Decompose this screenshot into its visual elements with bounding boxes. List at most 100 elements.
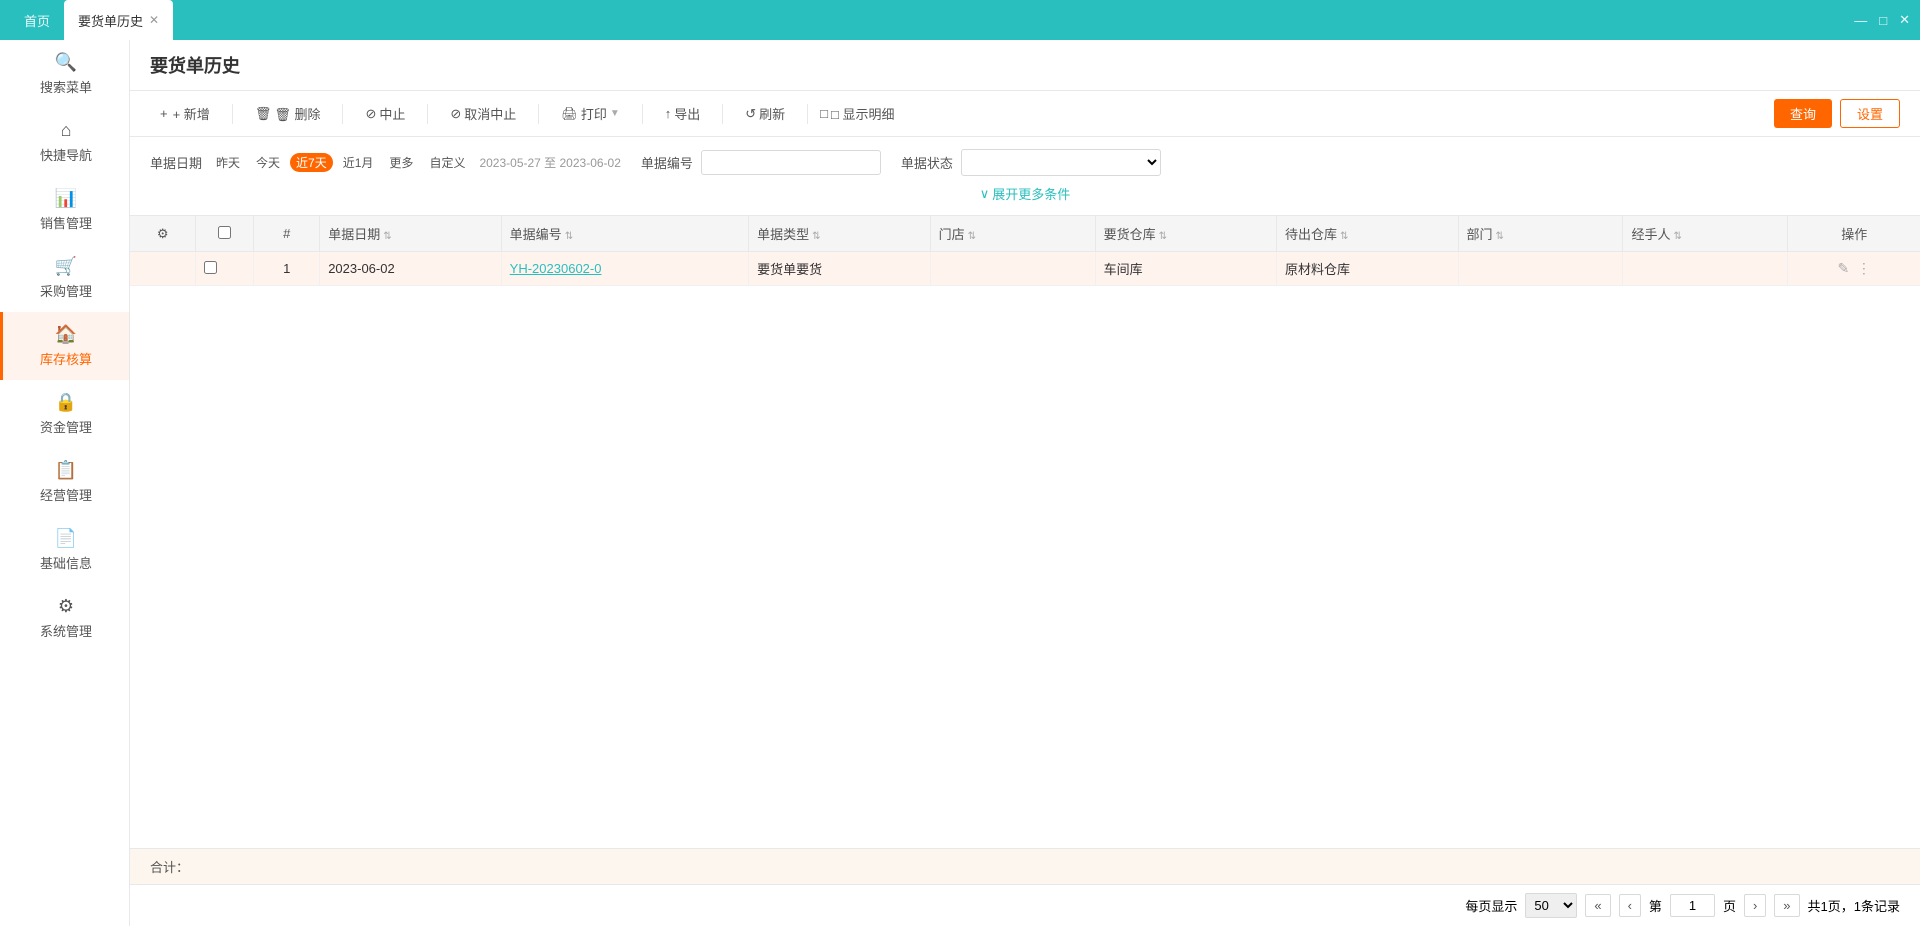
toolbar: + + 新增 🗑 🗑 删除 ⊘ 中止 ⊘ 取消中止 🖨 打印 bbox=[130, 91, 1920, 137]
per-page-label: 每页显示 bbox=[1465, 896, 1517, 915]
window-minimize-icon[interactable]: — bbox=[1854, 13, 1867, 28]
select-all-checkbox[interactable] bbox=[218, 226, 231, 239]
page-header: 要货单历史 bbox=[130, 40, 1920, 91]
export-button[interactable]: ↑ 导出 bbox=[655, 100, 711, 127]
separator-3 bbox=[427, 104, 428, 124]
col-doc-type[interactable]: 单据类型⇅ bbox=[749, 216, 930, 252]
filter-row: 单据日期 昨天 今天 近7天 近1月 更多 自定义 2023-05-27 至 2… bbox=[150, 149, 1900, 176]
print-icon: 🖨 bbox=[561, 106, 578, 122]
col-handler[interactable]: 经手人⇅ bbox=[1623, 216, 1788, 252]
col-checkbox bbox=[196, 216, 254, 252]
table-footer: 合计： bbox=[130, 848, 1920, 884]
col-store[interactable]: 门店⇅ bbox=[930, 216, 1095, 252]
col-settings[interactable]: ⚙ bbox=[130, 216, 196, 252]
settings-button[interactable]: 设置 bbox=[1840, 99, 1900, 128]
query-button[interactable]: 查询 bbox=[1774, 99, 1832, 128]
date-shortcuts: 昨天 今天 近7天 近1月 更多 自定义 bbox=[210, 153, 471, 172]
first-page-button[interactable]: « bbox=[1585, 894, 1610, 917]
sort-store-icon: ⇅ bbox=[968, 231, 976, 242]
sidebar-item-system-label: 系统管理 bbox=[40, 621, 92, 640]
doc-number-link[interactable]: YH-20230602-0 bbox=[510, 261, 602, 276]
sidebar-item-purchase-label: 采购管理 bbox=[40, 281, 92, 300]
per-page-select[interactable]: 10 20 50 100 bbox=[1525, 893, 1577, 918]
home-icon: ⌂ bbox=[61, 120, 72, 141]
expand-filter-button[interactable]: ∨ 展开更多条件 bbox=[980, 184, 1071, 203]
page-input[interactable] bbox=[1670, 894, 1715, 917]
sort-pendwh-icon: ⇅ bbox=[1340, 231, 1348, 242]
stop-button[interactable]: ⊘ 中止 bbox=[355, 100, 415, 127]
print-button[interactable]: 🖨 打印 ▼ bbox=[551, 100, 629, 127]
col-department[interactable]: 部门⇅ bbox=[1458, 216, 1623, 252]
row-doctype-cell: 要货单要货 bbox=[749, 252, 930, 286]
operations-icon: 📋 bbox=[55, 460, 77, 481]
doc-number-label: 单据编号 bbox=[641, 153, 693, 172]
cancel-stop-icon: ⊘ bbox=[450, 106, 461, 122]
shortcut-1month[interactable]: 近1月 bbox=[337, 153, 380, 172]
stop-icon: ⊘ bbox=[365, 106, 376, 122]
status-filter-group: 单据状态 bbox=[901, 149, 1161, 176]
col-num: # bbox=[254, 216, 320, 252]
new-icon: + bbox=[160, 106, 168, 121]
close-tab-icon[interactable]: ✕ bbox=[149, 13, 159, 27]
refresh-button[interactable]: ↺ 刷新 bbox=[735, 100, 795, 127]
date-label: 单据日期 bbox=[150, 153, 202, 172]
col-action: 操作 bbox=[1788, 216, 1920, 252]
sidebar-item-operations[interactable]: 📋 经营管理 bbox=[0, 448, 129, 516]
sales-icon: 📊 bbox=[55, 188, 77, 209]
cancel-stop-button[interactable]: ⊘ 取消中止 bbox=[440, 100, 526, 127]
window-close-icon[interactable]: ✕ bbox=[1899, 12, 1910, 28]
col-doc-number[interactable]: 单据编号⇅ bbox=[501, 216, 748, 252]
row-settings-cell bbox=[130, 252, 196, 286]
sidebar-item-finance[interactable]: 🔒 资金管理 bbox=[0, 380, 129, 448]
row-more-icon[interactable]: ⋮ bbox=[1857, 260, 1871, 276]
sidebar-item-search[interactable]: 🔍 搜索菜单 bbox=[0, 40, 129, 108]
filter-expand-row: ∨ 展开更多条件 bbox=[150, 184, 1900, 203]
sidebar-item-purchase[interactable]: 🛒 采购管理 bbox=[0, 244, 129, 312]
window-maximize-icon[interactable]: □ bbox=[1879, 13, 1887, 28]
shortcut-custom[interactable]: 自定义 bbox=[423, 153, 471, 172]
separator-4 bbox=[538, 104, 539, 124]
sidebar-item-inventory[interactable]: 🏠 库存核算 bbox=[0, 312, 129, 380]
tab-home[interactable]: 首页 bbox=[10, 0, 64, 40]
status-select[interactable] bbox=[961, 149, 1161, 176]
shortcut-today[interactable]: 今天 bbox=[250, 153, 286, 172]
top-bar-right: — □ ✕ bbox=[1854, 12, 1910, 28]
row-checkbox-cell bbox=[196, 252, 254, 286]
sidebar-item-system[interactable]: ⚙ 系统管理 bbox=[0, 584, 129, 652]
row-dept-cell bbox=[1458, 252, 1623, 286]
row-reqwh-cell: 车间库 bbox=[1095, 252, 1276, 286]
sidebar-item-operations-label: 经营管理 bbox=[40, 485, 92, 504]
sidebar-item-sales[interactable]: 📊 销售管理 bbox=[0, 176, 129, 244]
sidebar: 🔍 搜索菜单 ⌂ 快捷导航 📊 销售管理 🛒 采购管理 🏠 库存核算 🔒 资金管… bbox=[0, 40, 130, 926]
delete-button[interactable]: 🗑 🗑 删除 bbox=[245, 100, 331, 127]
sidebar-item-basic-info-label: 基础信息 bbox=[40, 553, 92, 572]
doc-number-input[interactable] bbox=[701, 150, 881, 175]
row-num-cell: 1 bbox=[254, 252, 320, 286]
last-page-button[interactable]: » bbox=[1774, 894, 1799, 917]
col-date[interactable]: 单据日期⇅ bbox=[320, 216, 501, 252]
display-cell-toggle[interactable]: □ □ 显示明细 bbox=[820, 104, 894, 123]
new-button[interactable]: + + 新增 bbox=[150, 100, 220, 127]
col-pending-warehouse[interactable]: 待出仓库⇅ bbox=[1277, 216, 1458, 252]
separator-1 bbox=[232, 104, 233, 124]
row-checkbox[interactable] bbox=[204, 261, 217, 274]
prev-page-button[interactable]: ‹ bbox=[1619, 894, 1641, 917]
table-row: 1 2023-06-02 YH-20230602-0 要货单要货 车间库 原材料… bbox=[130, 252, 1920, 286]
shortcut-more[interactable]: 更多 bbox=[383, 153, 419, 172]
col-req-warehouse[interactable]: 要货仓库⇅ bbox=[1095, 216, 1276, 252]
next-page-button[interactable]: › bbox=[1744, 894, 1766, 917]
page-label: 第 bbox=[1649, 896, 1662, 915]
separator-2 bbox=[342, 104, 343, 124]
purchase-icon: 🛒 bbox=[55, 256, 77, 277]
expand-icon: ∨ bbox=[980, 186, 990, 202]
status-label: 单据状态 bbox=[901, 153, 953, 172]
sidebar-item-quick-nav[interactable]: ⌂ 快捷导航 bbox=[0, 108, 129, 176]
row-edit-icon[interactable]: ✎ bbox=[1838, 260, 1850, 276]
shortcut-7days[interactable]: 近7天 bbox=[290, 153, 333, 172]
top-bar: 首页 要货单历史 ✕ — □ ✕ bbox=[0, 0, 1920, 40]
sidebar-item-basic-info[interactable]: 📄 基础信息 bbox=[0, 516, 129, 584]
shortcut-yesterday[interactable]: 昨天 bbox=[210, 153, 246, 172]
tab-requisition-history[interactable]: 要货单历史 ✕ bbox=[64, 0, 173, 40]
sort-handler-icon: ⇅ bbox=[1673, 231, 1681, 242]
sidebar-item-inventory-label: 库存核算 bbox=[40, 349, 92, 368]
